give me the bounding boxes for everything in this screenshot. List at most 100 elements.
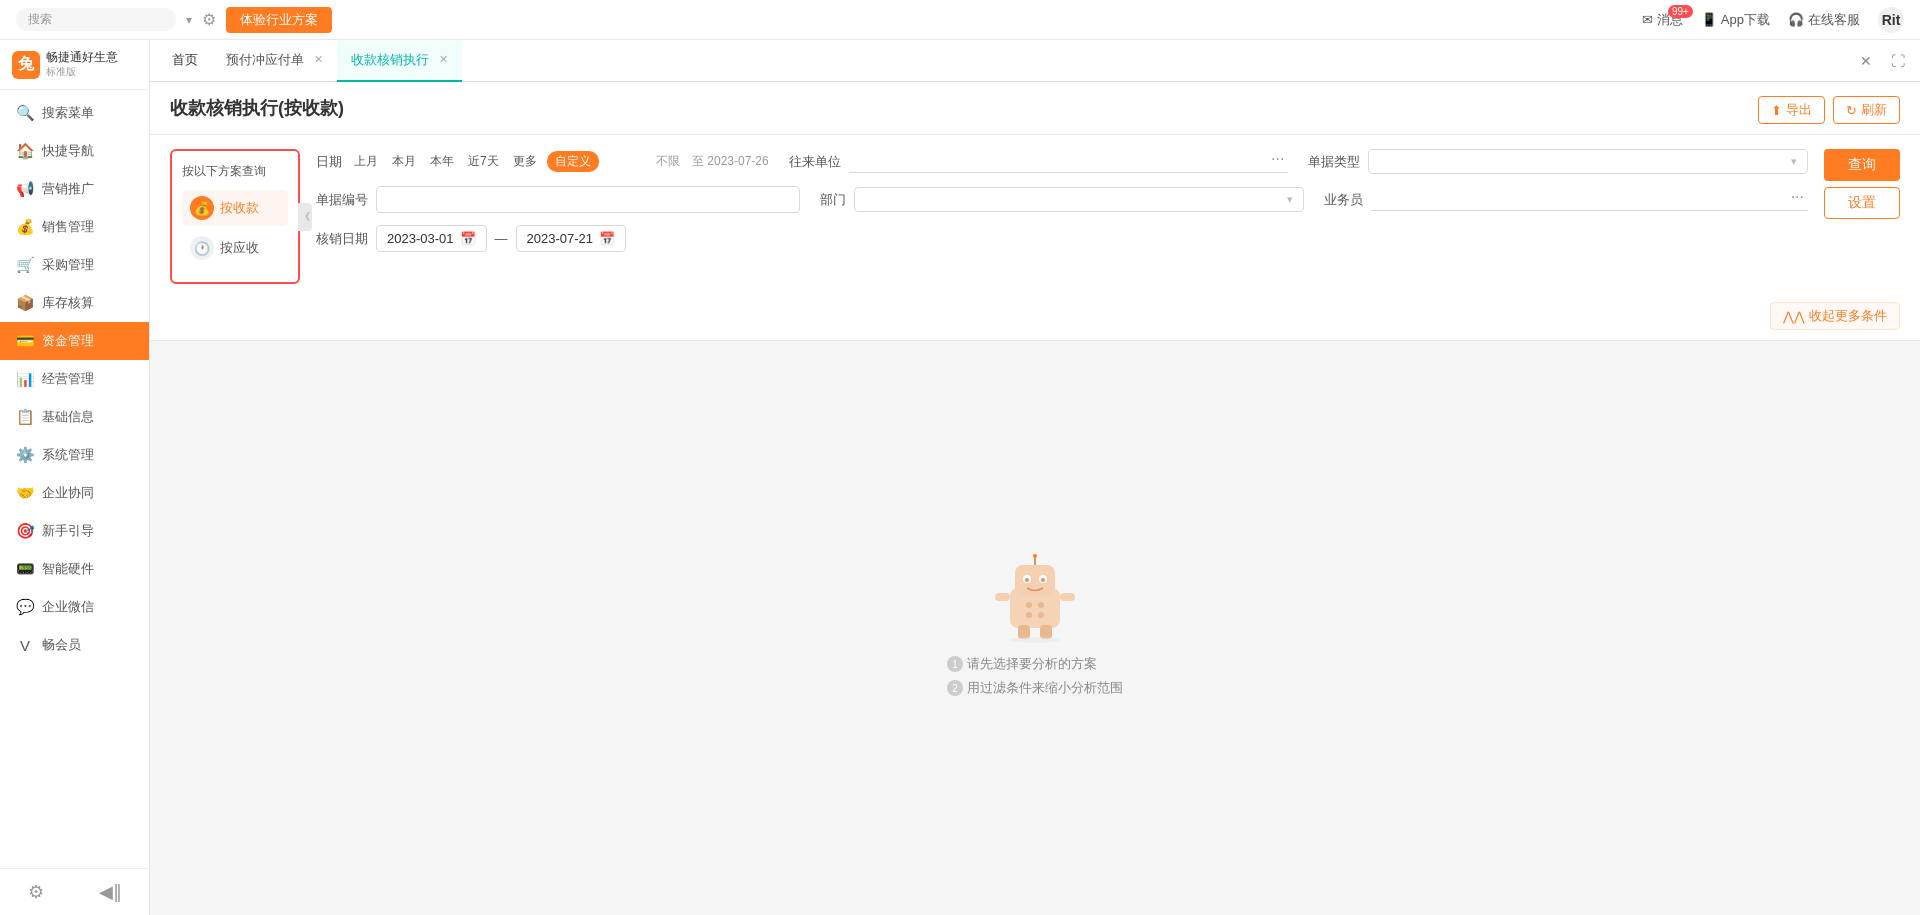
industry-btn[interactable]: 体验行业方案 [226, 7, 332, 33]
sidebar-item-marketing[interactable]: 📢 营销推广 [0, 170, 149, 208]
tab-home[interactable]: 首页 [158, 40, 212, 82]
dept-select[interactable]: ▾ [854, 187, 1304, 212]
message-btn[interactable]: ✉ 消息 99+ [1642, 11, 1683, 29]
sidebar-label-finance: 资金管理 [42, 332, 94, 350]
date-nolimit-label: 不限 [656, 153, 680, 170]
sidebar-item-quick-nav[interactable]: 🏠 快捷导航 [0, 132, 149, 170]
date-shortcuts: 上月 本月 本年 近7天 更多 自定义 [350, 151, 599, 172]
app-download-btn[interactable]: 📱 App下载 [1701, 11, 1770, 29]
sidebar-icon-quick-nav: 🏠 [16, 142, 34, 160]
writeoff-date-label: 核销日期 [316, 230, 368, 248]
hint2-text: 用过滤条件来缩小分析范围 [967, 679, 1123, 697]
sidebar-icon-wechat: 💬 [16, 598, 34, 616]
refresh-icon: ↻ [1846, 103, 1857, 118]
phone-icon: 📱 [1701, 12, 1717, 27]
doctype-select[interactable]: ▾ [1368, 149, 1808, 174]
sidebar-icon-smart-hw: 📟 [16, 560, 34, 578]
sidebar-item-finance[interactable]: 💳 资金管理 [0, 322, 149, 360]
query-option-icon-by-receivable: 🕐 [190, 236, 214, 260]
sidebar-menu: 🔍 搜索菜单 🏠 快捷导航 📢 营销推广 💰 销售管理 🛒 采购管理 📦 库存核… [0, 90, 149, 868]
counterpart-more-icon[interactable]: ··· [1267, 150, 1288, 168]
tab-close-prepay[interactable]: ✕ [314, 53, 323, 66]
doctype-arrow-icon: ▾ [1791, 155, 1797, 168]
export-button[interactable]: ⬆ 导出 [1758, 96, 1825, 124]
salesman-more-icon[interactable]: ··· [1787, 188, 1808, 206]
sidebar-item-wechat[interactable]: 💬 企业微信 [0, 588, 149, 626]
query-option-by-receipt[interactable]: 💰 按收款 [182, 190, 288, 226]
date-shortcut-more[interactable]: 更多 [509, 151, 541, 172]
sidebar-item-guide[interactable]: 🎯 新手引导 [0, 512, 149, 550]
sidebar-item-system[interactable]: ⚙️ 系统管理 [0, 436, 149, 474]
collapse-more-button[interactable]: ⋀⋀ 收起更多条件 [1770, 302, 1900, 330]
date-shortcut-last-month[interactable]: 上月 [350, 151, 382, 172]
message-badge: 99+ [1668, 5, 1693, 18]
svg-point-16 [1010, 637, 1060, 643]
salesman-label: 业务员 [1324, 191, 1363, 209]
sidebar-label-inventory: 库存核算 [42, 294, 94, 312]
docno-label: 单据编号 [316, 191, 368, 209]
sidebar-label-smart-hw: 智能硬件 [42, 560, 94, 578]
query-collapse-button[interactable]: 《 [298, 203, 312, 231]
logo-text-area: 畅捷通好生意 标准版 [46, 50, 118, 80]
dept-label: 部门 [820, 191, 846, 209]
date-range-to: 至 2023-07-26 [692, 153, 769, 170]
sidebar-label-quick-nav: 快捷导航 [42, 142, 94, 160]
sidebar-item-member[interactable]: V 畅会员 [0, 626, 149, 664]
query-option-label-by-receivable: 按应收 [220, 239, 259, 257]
sidebar-label-guide: 新手引导 [42, 522, 94, 540]
online-service-btn[interactable]: 🎧 在线客服 [1788, 11, 1860, 29]
sidebar-item-search-menu[interactable]: 🔍 搜索菜单 [0, 94, 149, 132]
tab-bar: 首页预付冲应付单✕收款核销执行✕ ✕ ⛶ [150, 40, 1920, 82]
sidebar-item-sales[interactable]: 💰 销售管理 [0, 208, 149, 246]
query-option-by-receivable[interactable]: 🕐 按应收 [182, 230, 288, 266]
sidebar-item-purchase[interactable]: 🛒 采购管理 [0, 246, 149, 284]
filter-actions-col: 查询 设置 [1824, 149, 1900, 219]
svg-rect-10 [1018, 625, 1030, 639]
sidebar-icon-inventory: 📦 [16, 294, 34, 312]
sidebar-label-search-menu: 搜索菜单 [42, 104, 94, 122]
sidebar-label-member: 畅会员 [42, 636, 81, 654]
writeoff-end-date[interactable]: 2023-07-21 📅 [516, 225, 627, 252]
sidebar-item-basic-info[interactable]: 📋 基础信息 [0, 398, 149, 436]
svg-point-7 [1033, 554, 1037, 558]
docno-input[interactable] [376, 186, 800, 213]
sidebar-icon-search-menu: 🔍 [16, 104, 34, 122]
svg-point-14 [1026, 612, 1032, 618]
sidebar-icon-sales: 💰 [16, 218, 34, 236]
doctype-label: 单据类型 [1308, 153, 1360, 171]
empty-hints: 1 请先选择要分析的方案 2 用过滤条件来缩小分析范围 [947, 655, 1123, 703]
collapse-sidebar-icon[interactable]: ◀‖ [91, 877, 130, 907]
sidebar-item-enterprise[interactable]: 🤝 企业协同 [0, 474, 149, 512]
top-bar-right: ✉ 消息 99+ 📱 App下载 🎧 在线客服 Rit [1642, 7, 1904, 33]
avatar[interactable]: Rit [1878, 7, 1904, 33]
settings-icon[interactable]: ⚙ [20, 877, 52, 907]
date-shortcut-custom[interactable]: 自定义 [547, 151, 599, 172]
writeoff-start-text: 2023-03-01 [387, 231, 454, 246]
tab-expand-icon[interactable]: ⛶ [1884, 47, 1912, 75]
sidebar-icon-marketing: 📢 [16, 180, 34, 198]
sidebar-label-sales: 销售管理 [42, 218, 94, 236]
writeoff-start-date[interactable]: 2023-03-01 📅 [376, 225, 487, 252]
date-shortcut-this-month[interactable]: 本月 [388, 151, 420, 172]
sidebar-item-operation[interactable]: 📊 经营管理 [0, 360, 149, 398]
query-panel-title: 按以下方案查询 [182, 163, 288, 180]
query-button[interactable]: 查询 [1824, 149, 1900, 181]
set-button[interactable]: 设置 [1824, 187, 1900, 219]
tab-close-receivable[interactable]: ✕ [439, 53, 448, 66]
tab-receivable[interactable]: 收款核销执行✕ [337, 40, 462, 82]
filter-area: 按以下方案查询 💰 按收款 🕐 按应收 《 日期 [150, 135, 1920, 298]
gear-icon[interactable]: ⚙ [202, 10, 216, 29]
sidebar-item-smart-hw[interactable]: 📟 智能硬件 [0, 550, 149, 588]
date-shortcut-this-year[interactable]: 本年 [426, 151, 458, 172]
search-box[interactable]: 搜索 [16, 8, 176, 31]
dropdown-arrow-icon[interactable]: ▾ [186, 13, 192, 27]
sidebar-item-inventory[interactable]: 📦 库存核算 [0, 284, 149, 322]
collapse-more-icon: ⋀⋀ [1783, 309, 1805, 324]
tab-prepay[interactable]: 预付冲应付单✕ [212, 40, 337, 82]
counterpart-field: 往来单位 ··· [789, 150, 1289, 173]
tab-close-all-icon[interactable]: ✕ [1852, 47, 1880, 75]
refresh-button[interactable]: ↻ 刷新 [1833, 96, 1900, 124]
date-dash: — [495, 231, 508, 246]
date-shortcut-7days[interactable]: 近7天 [464, 151, 503, 172]
query-option-icon-by-receipt: 💰 [190, 196, 214, 220]
